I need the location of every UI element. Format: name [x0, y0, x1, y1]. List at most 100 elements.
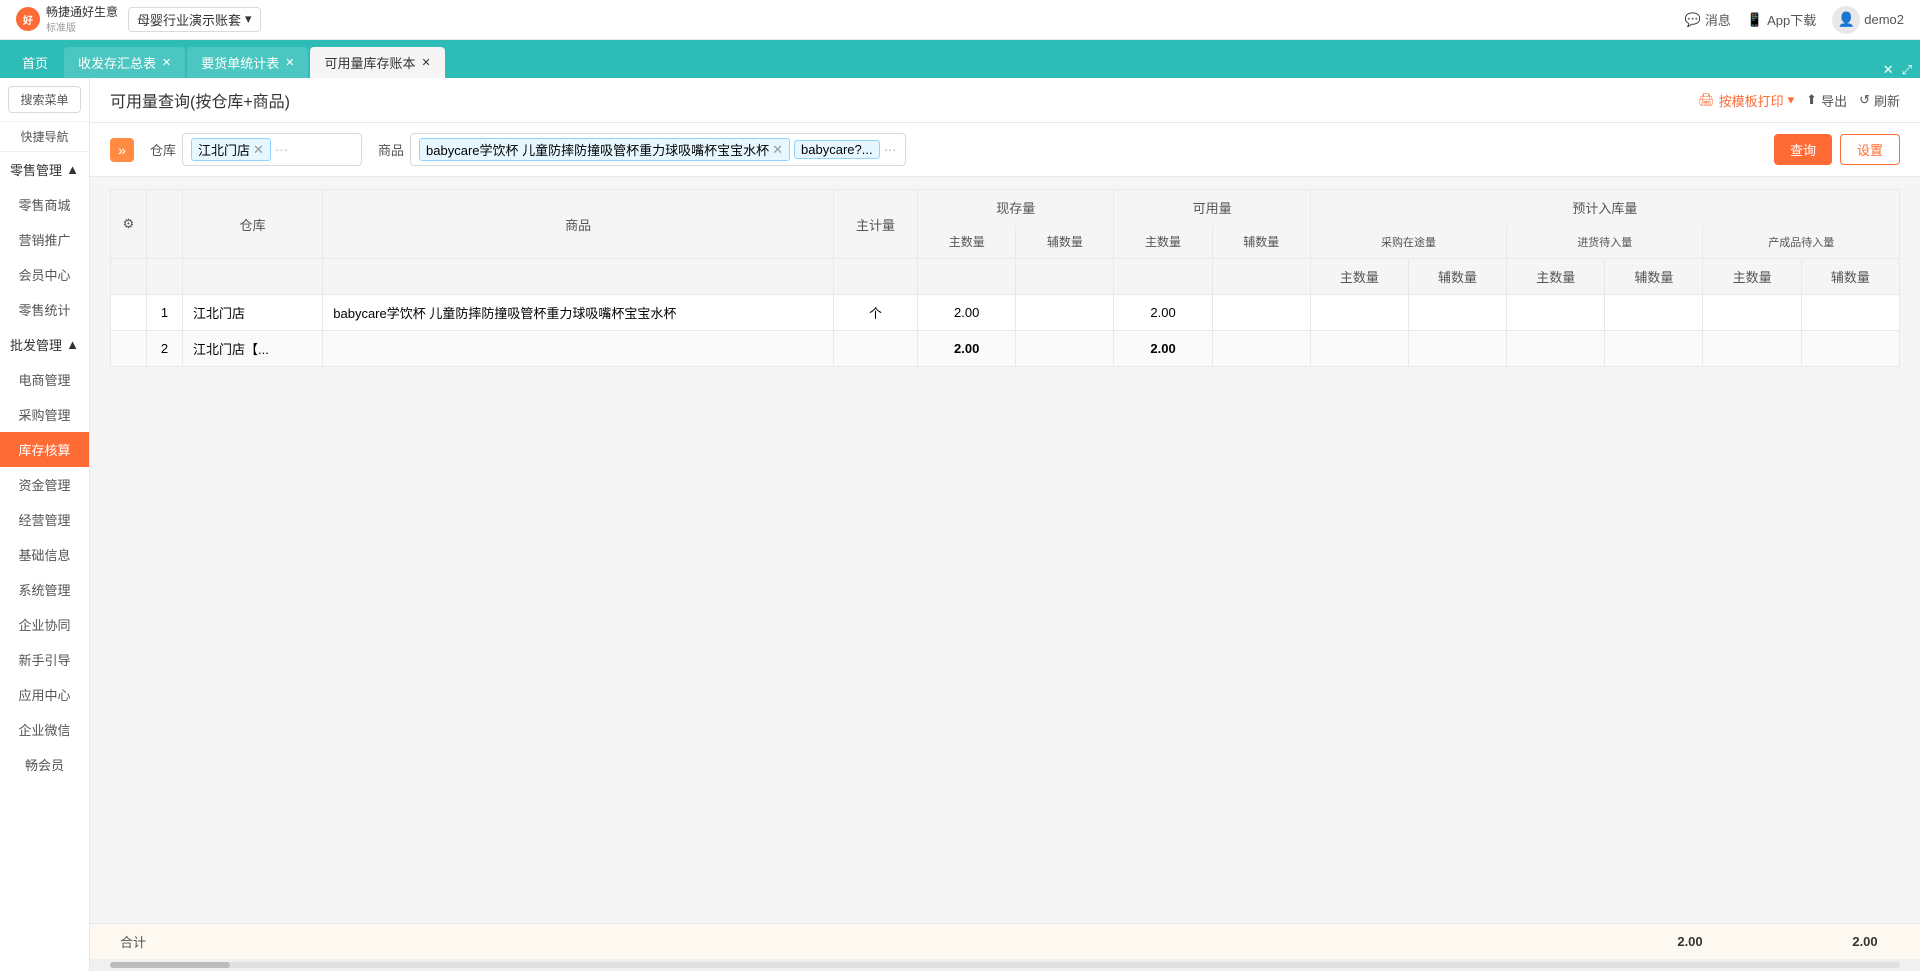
refresh-button[interactable]: ↺ 刷新	[1859, 91, 1900, 110]
warehouse-tag-close[interactable]: ✕	[253, 142, 264, 158]
row2-purchase-aux	[1408, 331, 1506, 367]
tab-available-stock-close[interactable]: ✕	[422, 56, 431, 69]
row1-warehouse: 江北门店	[183, 295, 323, 331]
row1-settings	[111, 295, 147, 331]
sidebar-item-member[interactable]: 会员中心	[0, 257, 89, 292]
tab-available-stock[interactable]: 可用量库存账本 ✕	[310, 47, 444, 78]
sidebar-item-newguide[interactable]: 新手引导	[0, 642, 89, 677]
message-icon: 💬	[1685, 12, 1701, 28]
sidebar-item-inventory[interactable]: 库存核算	[0, 432, 89, 467]
print-label: 按模板打印	[1719, 91, 1784, 110]
row1-stock-aux	[1016, 295, 1114, 331]
product-ellipsis: ···	[884, 142, 897, 157]
row1-avail-aux	[1212, 295, 1310, 331]
product-tag1-text: babycare学饮杯 儿童防摔防撞吸管杯重力球吸嘴杯宝宝水杯	[426, 140, 769, 159]
tab-receive-send[interactable]: 收发存汇总表 ✕	[64, 47, 185, 78]
sidebar-quick-nav[interactable]: 快捷导航	[0, 122, 89, 152]
warehouse-tag-text: 江北门店	[198, 140, 250, 159]
warehouse-input[interactable]: 江北门店 ✕ ···	[182, 133, 362, 166]
sidebar-item-basic[interactable]: 基础信息	[0, 537, 89, 572]
industry-select[interactable]: 母婴行业演示账套 ▾	[128, 7, 261, 32]
th-stock-aux: 辅数量	[1016, 225, 1114, 259]
user-action[interactable]: 👤 demo2	[1832, 6, 1904, 34]
nav-expand-icon[interactable]: ⤢	[1902, 62, 1912, 78]
scroll-bar-thumb[interactable]	[110, 962, 230, 968]
chevron-down-icon: ▾	[245, 11, 252, 27]
table-row: 1 江北门店 babycare学饮杯 儿童防摔防撞吸管杯重力球吸嘴杯宝宝水杯 个…	[111, 295, 1900, 331]
sidebar-group-retail-header[interactable]: 零售管理 ▲	[0, 152, 89, 187]
th-purchase-transit: 采购在途量	[1310, 225, 1506, 259]
th-available: 可用量	[1114, 190, 1310, 226]
sidebar-item-vip[interactable]: 畅会员	[0, 747, 89, 782]
row2-inbound-aux	[1605, 331, 1703, 367]
chevron-up-icon: ▲	[66, 162, 79, 177]
sidebar-item-marketing[interactable]: 营销推广	[0, 222, 89, 257]
main-layout: 搜索菜单 快捷导航 零售管理 ▲ 零售商城 营销推广 会员中心 零售统计 批发管…	[0, 78, 1920, 971]
row1-unit: 个	[833, 295, 917, 331]
th-empty3	[183, 259, 323, 295]
th-empty4	[323, 259, 834, 295]
product-tag1-close[interactable]: ✕	[772, 142, 783, 158]
tab-home[interactable]: 首页	[8, 47, 62, 78]
th-avail-main: 主数量	[1114, 225, 1212, 259]
mobile-icon: 📱	[1747, 12, 1763, 28]
logo-text: 畅捷通好生意	[46, 5, 118, 19]
sidebar-item-retail-stats[interactable]: 零售统计	[0, 292, 89, 327]
sidebar-item-purchase[interactable]: 采购管理	[0, 397, 89, 432]
footer-total-label: 合计	[110, 932, 156, 951]
print-button[interactable]: 🖨 按模板打印 ▾	[1698, 91, 1794, 110]
sidebar-group-wholesale-header[interactable]: 批发管理 ▲	[0, 327, 89, 362]
sidebar-search-button[interactable]: 搜索菜单	[8, 86, 81, 113]
th-finished-pending: 产成品待入量	[1703, 225, 1900, 259]
scroll-bar-track[interactable]	[110, 962, 1900, 968]
tab-order-stats-label: 要货单统计表	[201, 53, 279, 72]
footer-stock-main: 2.00	[1620, 934, 1760, 949]
tab-receive-send-label: 收发存汇总表	[78, 53, 156, 72]
logo-text-block: 畅捷通好生意 标准版	[46, 5, 118, 34]
row1-product: babycare学饮杯 儿童防摔防撞吸管杯重力球吸嘴杯宝宝水杯	[323, 295, 834, 331]
th-main-unit: 主计量	[833, 190, 917, 259]
chevron-down-icon3: ▾	[1788, 92, 1795, 108]
refresh-icon: ↺	[1859, 92, 1870, 108]
warehouse-label: 仓库	[150, 140, 176, 159]
row2-inbound-main	[1507, 331, 1605, 367]
sidebar-item-appcenter[interactable]: 应用中心	[0, 677, 89, 712]
nav-close-icon[interactable]: ✕	[1883, 62, 1894, 78]
row1-finished-main	[1703, 295, 1801, 331]
refresh-label: 刷新	[1874, 91, 1900, 110]
setting-button[interactable]: 设置	[1840, 134, 1900, 165]
product-input[interactable]: babycare学饮杯 儿童防摔防撞吸管杯重力球吸嘴杯宝宝水杯 ✕ babyca…	[410, 133, 906, 166]
filter-bar: » 仓库 江北门店 ✕ ··· 商品 babycare学饮杯 儿童防摔防撞吸管杯…	[90, 123, 1920, 177]
message-action[interactable]: 💬 消息	[1685, 10, 1731, 29]
query-button[interactable]: 查询	[1774, 134, 1832, 165]
scroll-bar-area	[90, 959, 1920, 971]
th-finished-main: 主数量	[1703, 259, 1801, 295]
logo-sub: 标准版	[46, 19, 118, 34]
th-planned-inbound: 预计入库量	[1310, 190, 1899, 226]
th-current-stock: 现存量	[918, 190, 1114, 226]
tab-order-stats[interactable]: 要货单统计表 ✕	[187, 47, 308, 78]
sidebar-item-system[interactable]: 系统管理	[0, 572, 89, 607]
sidebar-item-operations[interactable]: 经营管理	[0, 502, 89, 537]
sidebar-item-retail-mall[interactable]: 零售商城	[0, 187, 89, 222]
sidebar-item-ecommerce[interactable]: 电商管理	[0, 362, 89, 397]
sidebar-item-finance[interactable]: 资金管理	[0, 467, 89, 502]
row2-num: 2	[147, 331, 183, 367]
sidebar-item-enterprise[interactable]: 企业协同	[0, 607, 89, 642]
row1-purchase-aux	[1408, 295, 1506, 331]
avatar: 👤	[1832, 6, 1860, 34]
top-bar-right: 💬 消息 📱 App下载 👤 demo2	[1685, 6, 1904, 34]
th-empty6	[918, 259, 1016, 295]
sidebar-item-wechat[interactable]: 企业微信	[0, 712, 89, 747]
tab-order-stats-close[interactable]: ✕	[285, 56, 294, 69]
export-button[interactable]: ⬆ 导出	[1806, 91, 1847, 110]
th-empty5	[833, 259, 917, 295]
app-download-action[interactable]: 📱 App下载	[1747, 10, 1816, 29]
row2-avail-main: 2.00	[1114, 331, 1212, 367]
filter-toggle-button[interactable]: »	[110, 138, 134, 162]
tab-receive-send-close[interactable]: ✕	[162, 56, 171, 69]
th-purchase-aux: 辅数量	[1408, 259, 1506, 295]
filter-warehouse-field: 仓库 江北门店 ✕ ···	[150, 133, 362, 166]
row2-purchase-main	[1310, 331, 1408, 367]
th-settings[interactable]: ⚙	[111, 190, 147, 259]
